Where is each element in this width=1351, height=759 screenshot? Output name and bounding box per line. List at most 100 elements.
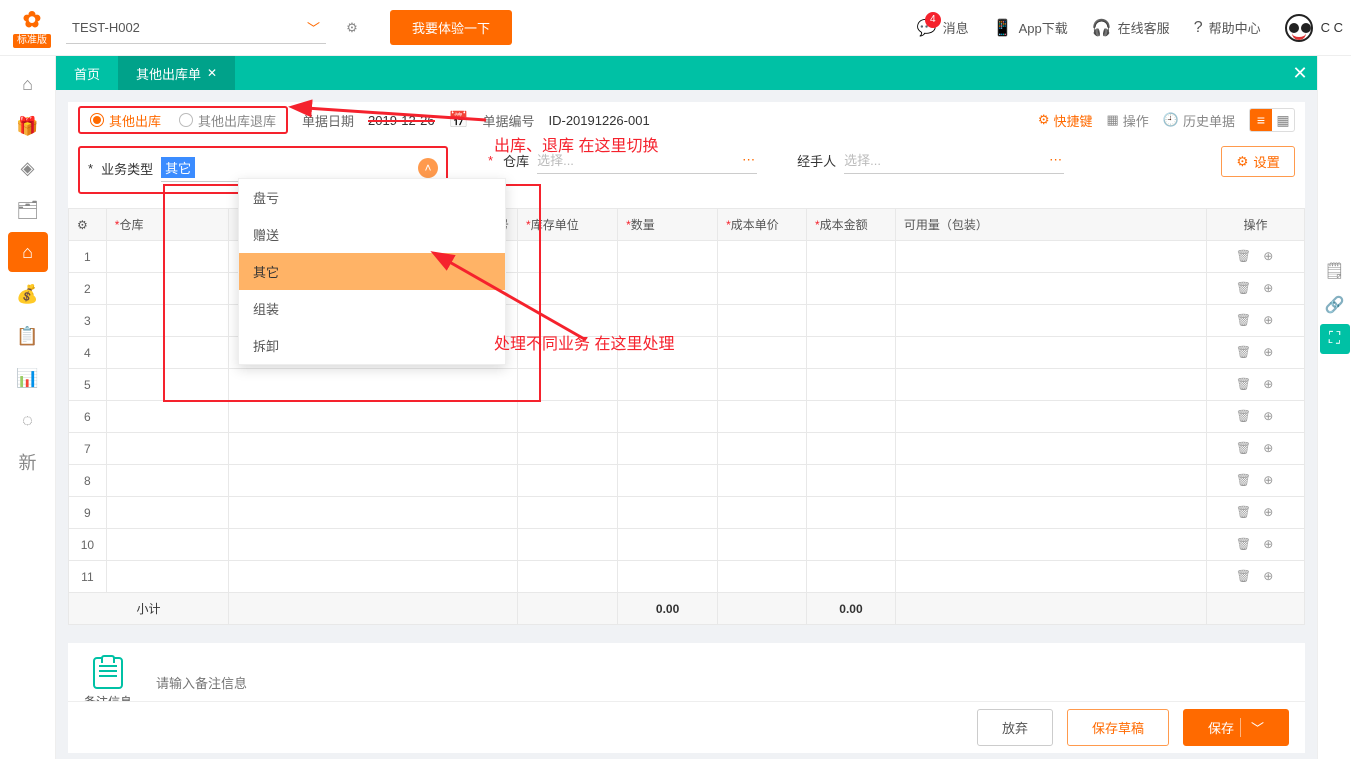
row-number: 11	[69, 561, 107, 593]
logo-icon: ✿	[23, 7, 41, 33]
shortcut-label: 快捷键	[1053, 111, 1092, 130]
add-row-icon[interactable]: ⊕	[1261, 473, 1275, 489]
tabs-close-all[interactable]: ✕	[1283, 56, 1317, 90]
rail-link-icon[interactable]: 🔗	[1320, 290, 1350, 320]
delete-icon[interactable]: 🗑	[1236, 313, 1250, 329]
remark-input[interactable]	[156, 676, 1289, 691]
nav-diamond-icon[interactable]: ◈	[8, 148, 48, 188]
right-rail: 🗒 🔗 ⛶	[1317, 56, 1351, 759]
dropdown-item[interactable]: 赠送	[239, 216, 505, 253]
view-list-icon[interactable]: ≡	[1250, 109, 1272, 131]
business-type-dropdown: 盘亏赠送其它组装拆卸	[238, 178, 506, 365]
col-gear[interactable]: ⚙	[69, 209, 107, 241]
chevron-down-icon: ﹀	[1240, 718, 1264, 737]
subtotal-qty: 0.00	[618, 593, 718, 625]
warehouse-field: * 仓库 选择... ⋯	[488, 146, 757, 174]
nav-home-icon[interactable]: ⌂	[8, 64, 48, 104]
dropdown-item[interactable]: 其它	[239, 253, 505, 290]
doc-date-label: 单据日期	[302, 111, 354, 130]
row-ops: 🗑 ⊕	[1207, 497, 1305, 529]
help-center-link[interactable]: ? 帮助中心	[1194, 18, 1261, 37]
radio-other-out-return[interactable]: 其他出库退库	[179, 111, 276, 130]
delete-icon[interactable]: 🗑	[1236, 569, 1250, 585]
table-row[interactable]: 7 🗑 ⊕	[69, 433, 1305, 465]
app-download-label: App下载	[1019, 18, 1068, 37]
save-draft-button[interactable]: 保存草稿	[1067, 709, 1169, 746]
discard-button[interactable]: 放弃	[977, 709, 1053, 746]
add-row-icon[interactable]: ⊕	[1261, 409, 1275, 425]
user-menu[interactable]: C C	[1285, 14, 1343, 42]
add-row-icon[interactable]: ⊕	[1261, 377, 1275, 393]
table-row[interactable]: 11 🗑 ⊕	[69, 561, 1305, 593]
app-download-link[interactable]: 📱 App下载	[993, 18, 1068, 38]
gear-icon: ⚙	[346, 20, 358, 36]
tab-other-outbound[interactable]: 其他出库单 ✕	[118, 56, 235, 90]
radio-dot-icon	[90, 113, 104, 127]
add-row-icon[interactable]: ⊕	[1261, 441, 1275, 457]
warehouse-label: 仓库	[503, 151, 529, 170]
footer-actions: 放弃 保存草稿 保存 ﹀	[68, 701, 1305, 753]
delete-icon[interactable]: 🗑	[1236, 409, 1250, 425]
delete-icon[interactable]: 🗑	[1236, 441, 1250, 457]
doc-date-value[interactable]: 2019-12-26	[368, 113, 435, 128]
dropdown-item[interactable]: 拆卸	[239, 327, 505, 364]
delete-icon[interactable]: 🗑	[1236, 249, 1250, 265]
nav-report-icon[interactable]: 📊	[8, 358, 48, 398]
warehouse-placeholder: 选择...	[537, 150, 574, 169]
table-row[interactable]: 5 🗑 ⊕	[69, 369, 1305, 401]
rail-note-icon[interactable]: 🗒	[1320, 256, 1350, 286]
row-number: 9	[69, 497, 107, 529]
calendar-icon[interactable]: 📅	[449, 110, 469, 130]
row-ops: 🗑 ⊕	[1207, 369, 1305, 401]
nav-money-icon[interactable]: 💰	[8, 274, 48, 314]
view-grid-icon[interactable]: ▦	[1272, 109, 1294, 131]
save-button[interactable]: 保存 ﹀	[1183, 709, 1289, 746]
trial-button[interactable]: 我要体验一下	[390, 10, 512, 45]
online-service-link[interactable]: 🎧 在线客服	[1092, 18, 1170, 38]
table-row[interactable]: 10 🗑 ⊕	[69, 529, 1305, 561]
delete-icon[interactable]: 🗑	[1236, 537, 1250, 553]
delete-icon[interactable]: 🗑	[1236, 281, 1250, 297]
view-toggle: ≡ ▦	[1249, 108, 1295, 132]
tab-home[interactable]: 首页	[56, 56, 118, 90]
nav-circle-icon[interactable]: ◌	[8, 400, 48, 440]
add-row-icon[interactable]: ⊕	[1261, 537, 1275, 553]
operate-link[interactable]: ▦操作	[1106, 111, 1148, 130]
add-row-icon[interactable]: ⊕	[1261, 505, 1275, 521]
delete-icon[interactable]: 🗑	[1236, 345, 1250, 361]
table-row[interactable]: 9 🗑 ⊕	[69, 497, 1305, 529]
radio-other-out[interactable]: 其他出库	[90, 111, 161, 130]
rail-expand-icon[interactable]: ⛶	[1320, 324, 1350, 354]
nav-new-icon[interactable]: 新	[8, 442, 48, 482]
close-icon[interactable]: ✕	[207, 66, 217, 80]
tenant-select[interactable]: TEST-H002 ﹀	[66, 12, 326, 44]
dropdown-item[interactable]: 盘亏	[239, 179, 505, 216]
nav-gift-icon[interactable]: 🎁	[8, 106, 48, 146]
dropdown-item[interactable]: 组装	[239, 290, 505, 327]
delete-icon[interactable]: 🗑	[1236, 473, 1250, 489]
col-amount: *成本金额	[807, 209, 896, 241]
delete-icon[interactable]: 🗑	[1236, 505, 1250, 521]
add-row-icon[interactable]: ⊕	[1261, 281, 1275, 297]
add-row-icon[interactable]: ⊕	[1261, 569, 1275, 585]
settings-button[interactable]: ⚙ 设置	[1221, 146, 1295, 177]
row-number: 2	[69, 273, 107, 305]
table-row[interactable]: 8 🗑 ⊕	[69, 465, 1305, 497]
messages-link[interactable]: 💬 消息 4	[917, 18, 969, 38]
handler-select[interactable]: 选择... ⋯	[844, 146, 1064, 174]
nav-bag-icon[interactable]: 🗂	[8, 190, 48, 230]
shortcut-link[interactable]: ⚙快捷键	[1038, 111, 1093, 130]
nav-warehouse-icon[interactable]: ⌂	[8, 232, 48, 272]
table-row[interactable]: 6 🗑 ⊕	[69, 401, 1305, 433]
warehouse-select[interactable]: 选择... ⋯	[537, 146, 757, 174]
settings-icon-button[interactable]: ⚙	[336, 12, 368, 44]
history-link[interactable]: 🕘历史单据	[1163, 111, 1235, 130]
nav-clipboard-icon[interactable]: 📋	[8, 316, 48, 356]
row-ops: 🗑 ⊕	[1207, 401, 1305, 433]
add-row-icon[interactable]: ⊕	[1261, 345, 1275, 361]
add-row-icon[interactable]: ⊕	[1261, 313, 1275, 329]
delete-icon[interactable]: 🗑	[1236, 377, 1250, 393]
tenant-name: TEST-H002	[72, 20, 140, 35]
add-row-icon[interactable]: ⊕	[1261, 249, 1275, 265]
top-bar: ✿ 标准版 TEST-H002 ﹀ ⚙ 我要体验一下 💬 消息 4 📱 App下…	[0, 0, 1351, 56]
